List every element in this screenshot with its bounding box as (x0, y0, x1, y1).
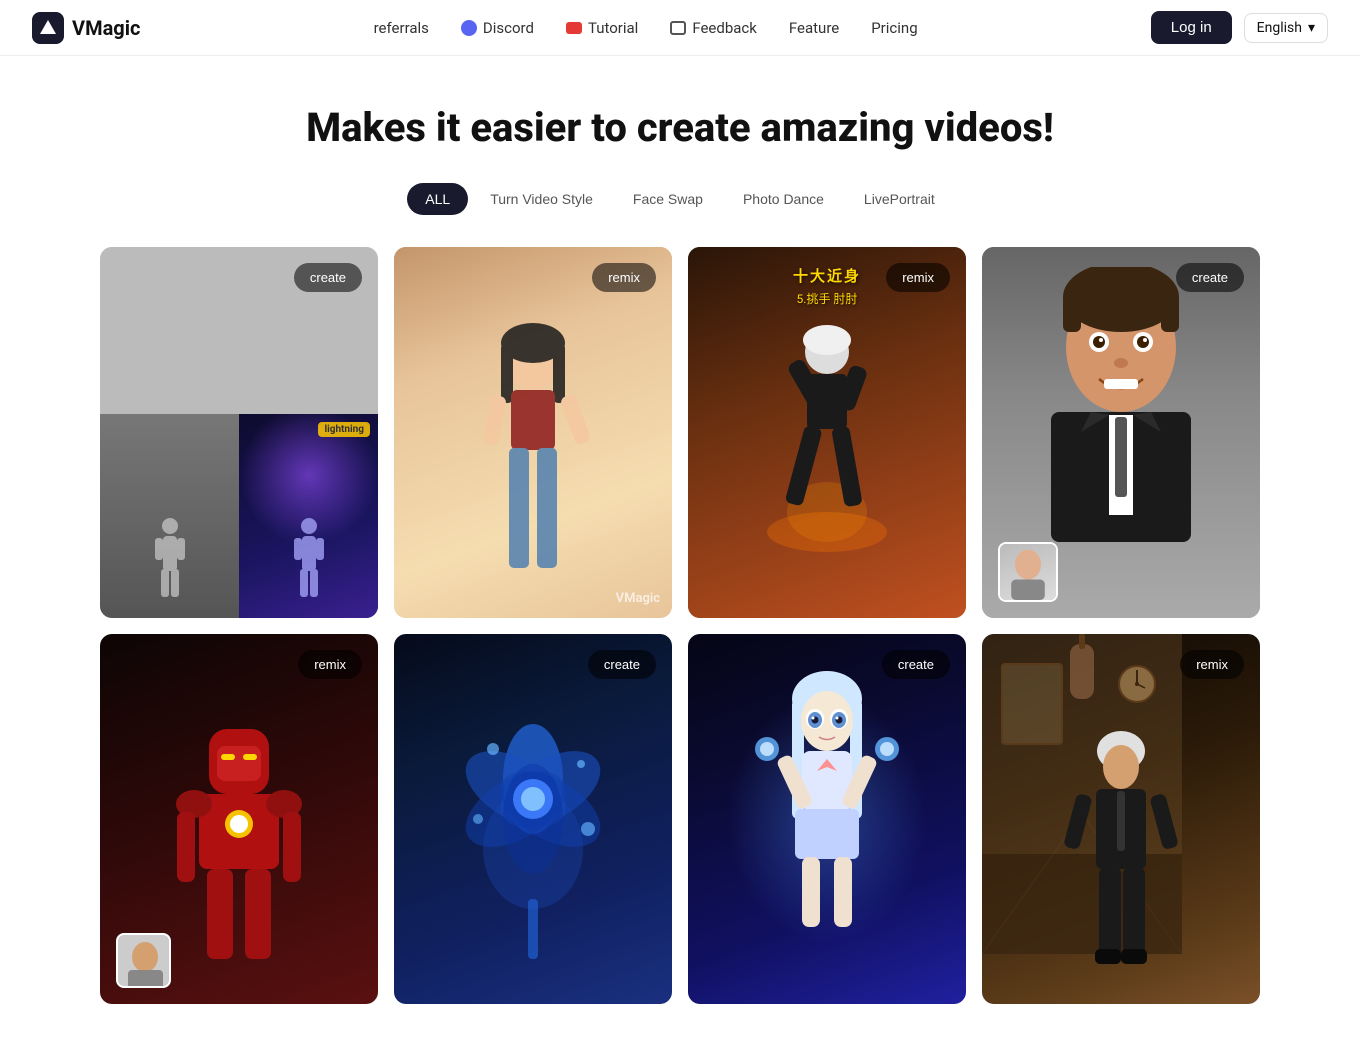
language-selector[interactable]: English ▾ (1244, 13, 1328, 43)
cards-grid: lightning create anime_style_4 (80, 247, 1280, 1044)
card-7-inner (688, 634, 966, 1005)
card-2: anime_style_4 (394, 247, 672, 618)
card-1-bg: lightning (100, 247, 378, 618)
lightning-label: lightning (318, 422, 370, 437)
discord-icon (461, 20, 477, 36)
card-4-bg (982, 247, 1260, 618)
card-4-inner (982, 247, 1260, 618)
discord-label: Discord (483, 19, 534, 37)
hero-section: Makes it easier to create amazing videos… (0, 56, 1360, 183)
tutorial-label: Tutorial (588, 19, 638, 37)
card-8-button[interactable]: remix (1180, 650, 1244, 679)
card-2-bg: anime_style_4 (394, 247, 672, 618)
logo-icon (32, 12, 64, 44)
card-2-inner: anime_style_4 (394, 247, 672, 618)
brand-name: VMagic (72, 16, 140, 40)
card-1: lightning create (100, 247, 378, 618)
nav-links: referrals Discord Tutorial Feedback Feat… (374, 19, 918, 37)
card-1-bottom-area: lightning (100, 414, 378, 618)
nav-tutorial[interactable]: Tutorial (566, 19, 638, 37)
card-2-button[interactable]: remix (592, 263, 656, 292)
card-5: remix (100, 634, 378, 1005)
tab-turn-video-style[interactable]: Turn Video Style (472, 183, 611, 215)
card-4: create (982, 247, 1260, 618)
feature-label: Feature (789, 19, 839, 37)
card-3-bg: 十大近身 5.挑手 肘肘 (688, 247, 966, 618)
language-label: English (1257, 20, 1302, 36)
feedback-label: Feedback (692, 19, 757, 37)
card-6-inner (394, 634, 672, 1005)
hero-title: Makes it easier to create amazing videos… (20, 104, 1340, 151)
card-1-button[interactable]: create (294, 263, 362, 292)
chevron-down-icon: ▾ (1308, 20, 1315, 36)
card-1-inner: lightning (100, 247, 378, 618)
tab-photo-dance[interactable]: Photo Dance (725, 183, 842, 215)
card-5-inner (100, 634, 378, 1005)
card-6: create (394, 634, 672, 1005)
nav-feedback[interactable]: Feedback (670, 19, 757, 37)
card-1-right-panel: lightning (239, 414, 378, 618)
card-5-button[interactable]: remix (298, 650, 362, 679)
nav-pricing[interactable]: Pricing (871, 19, 917, 37)
tabs-bar: ALL Turn Video Style Face Swap Photo Dan… (0, 183, 1360, 215)
card-6-button[interactable]: create (588, 650, 656, 679)
card-8-inner (982, 634, 1260, 1005)
card-4-button[interactable]: create (1176, 263, 1244, 292)
card-8: remix (982, 634, 1260, 1005)
login-button[interactable]: Log in (1151, 11, 1232, 44)
nav-referrals[interactable]: referrals (374, 19, 429, 37)
nav-right: Log in English ▾ (1151, 11, 1328, 44)
tab-all[interactable]: ALL (407, 183, 468, 215)
tab-liveportrait[interactable]: LivePortrait (846, 183, 953, 215)
tab-face-swap[interactable]: Face Swap (615, 183, 721, 215)
card-7: create (688, 634, 966, 1005)
brand-logo[interactable]: VMagic (32, 12, 140, 44)
card-3-inner: 十大近身 5.挑手 肘肘 (688, 247, 966, 618)
dance-subtitle: 5.挑手 肘肘 (688, 290, 966, 307)
card-1-left-panel (100, 414, 239, 618)
card-3: 十大近身 5.挑手 肘肘 (688, 247, 966, 618)
navbar: VMagic referrals Discord Tutorial Feedba… (0, 0, 1360, 56)
tutorial-icon (566, 22, 582, 34)
nav-feature[interactable]: Feature (789, 19, 839, 37)
nav-discord[interactable]: Discord (461, 19, 534, 37)
referrals-label: referrals (374, 19, 429, 37)
face-thumb (998, 542, 1058, 602)
card-3-button[interactable]: remix (886, 263, 950, 292)
pricing-label: Pricing (871, 19, 917, 37)
watermark-label: VMagic (616, 591, 660, 606)
feedback-icon (670, 21, 686, 35)
